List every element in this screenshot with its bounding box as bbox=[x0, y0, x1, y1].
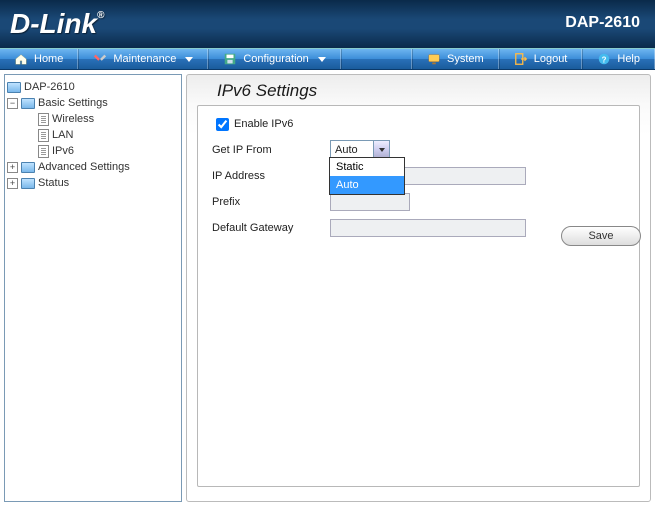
prefix-input[interactable] bbox=[330, 193, 410, 211]
tree-basic-label: Basic Settings bbox=[38, 97, 108, 109]
menu-help-label: Help bbox=[617, 53, 640, 65]
model-label: DAP-2610 bbox=[565, 14, 640, 32]
enable-row: Enable IPv6 bbox=[212, 114, 625, 134]
settings-form: Enable IPv6 Get IP From Auto IP Address … bbox=[197, 105, 640, 487]
page-icon bbox=[38, 129, 49, 142]
tree-wireless[interactable]: Wireless bbox=[7, 111, 179, 127]
page-icon bbox=[38, 113, 49, 126]
monitor-icon bbox=[427, 52, 441, 66]
menu-home[interactable]: Home bbox=[0, 49, 78, 69]
ip-row: IP Address bbox=[212, 166, 625, 186]
menu-system[interactable]: System bbox=[412, 49, 499, 69]
option-static[interactable]: Static bbox=[330, 158, 404, 176]
getip-row: Get IP From Auto bbox=[212, 140, 625, 160]
save-button[interactable]: Save bbox=[561, 226, 641, 246]
tree-status[interactable]: + Status bbox=[7, 175, 179, 191]
getip-value: Auto bbox=[335, 144, 358, 156]
collapse-icon[interactable]: − bbox=[7, 98, 18, 109]
sidebar: DAP-2610 − Basic Settings Wireless LAN I… bbox=[4, 74, 182, 502]
tree-advanced-label: Advanced Settings bbox=[38, 161, 130, 173]
tools-icon bbox=[93, 52, 107, 66]
content-area: DAP-2610 − Basic Settings Wireless LAN I… bbox=[0, 70, 655, 506]
tree-ipv6[interactable]: IPv6 bbox=[7, 143, 179, 159]
expand-icon[interactable]: + bbox=[7, 162, 18, 173]
tree-root-label: DAP-2610 bbox=[24, 81, 75, 93]
page-icon bbox=[38, 145, 49, 158]
chevron-down-icon bbox=[185, 57, 193, 62]
tree-basic-settings[interactable]: − Basic Settings bbox=[7, 95, 179, 111]
save-disk-icon bbox=[223, 52, 237, 66]
help-icon: ? bbox=[597, 52, 611, 66]
ip-label: IP Address bbox=[212, 170, 330, 182]
menu-logout-label: Logout bbox=[534, 53, 568, 65]
save-row: Save bbox=[561, 226, 641, 246]
tree-ipv6-label: IPv6 bbox=[52, 145, 74, 157]
brand-logo: D-Link® bbox=[10, 8, 104, 40]
tree-advanced-settings[interactable]: + Advanced Settings bbox=[7, 159, 179, 175]
prefix-label: Prefix bbox=[212, 196, 330, 208]
page-title: IPv6 Settings bbox=[197, 81, 640, 103]
menu-configuration-label: Configuration bbox=[243, 53, 308, 65]
tree-wireless-label: Wireless bbox=[52, 113, 94, 125]
menu-help[interactable]: ? Help bbox=[582, 49, 655, 69]
logout-icon bbox=[514, 52, 528, 66]
enable-ipv6-label: Enable IPv6 bbox=[234, 118, 293, 130]
home-icon bbox=[14, 52, 28, 66]
gateway-label: Default Gateway bbox=[212, 222, 330, 234]
menu-maintenance[interactable]: Maintenance bbox=[78, 49, 208, 69]
menu-system-label: System bbox=[447, 53, 484, 65]
menu-logout[interactable]: Logout bbox=[499, 49, 583, 69]
getip-dropdown: Static Auto bbox=[329, 157, 405, 195]
tree-lan-label: LAN bbox=[52, 129, 73, 141]
gateway-input[interactable] bbox=[330, 219, 526, 237]
folder-icon bbox=[7, 82, 21, 93]
prefix-row: Prefix bbox=[212, 192, 625, 212]
folder-icon bbox=[21, 178, 35, 189]
chevron-down-icon bbox=[318, 57, 326, 62]
option-auto[interactable]: Auto bbox=[330, 176, 404, 194]
menu-configuration[interactable]: Configuration bbox=[208, 49, 340, 69]
menu-maintenance-label: Maintenance bbox=[113, 53, 176, 65]
enable-ipv6-checkbox[interactable] bbox=[216, 118, 229, 131]
tree-status-label: Status bbox=[38, 177, 69, 189]
menubar: Home Maintenance Configuration System Lo… bbox=[0, 48, 655, 70]
header: D-Link® DAP-2610 bbox=[0, 0, 655, 48]
main-panel: IPv6 Settings Enable IPv6 Get IP From Au… bbox=[186, 74, 651, 502]
getip-label: Get IP From bbox=[212, 144, 330, 156]
tree-root[interactable]: DAP-2610 bbox=[7, 79, 179, 95]
folder-icon bbox=[21, 162, 35, 173]
folder-icon bbox=[21, 98, 35, 109]
menu-home-label: Home bbox=[34, 53, 63, 65]
svg-text:?: ? bbox=[602, 56, 607, 65]
expand-icon[interactable]: + bbox=[7, 178, 18, 189]
chevron-down-icon bbox=[379, 148, 385, 152]
tree-lan[interactable]: LAN bbox=[7, 127, 179, 143]
menubar-spacer bbox=[341, 49, 412, 69]
